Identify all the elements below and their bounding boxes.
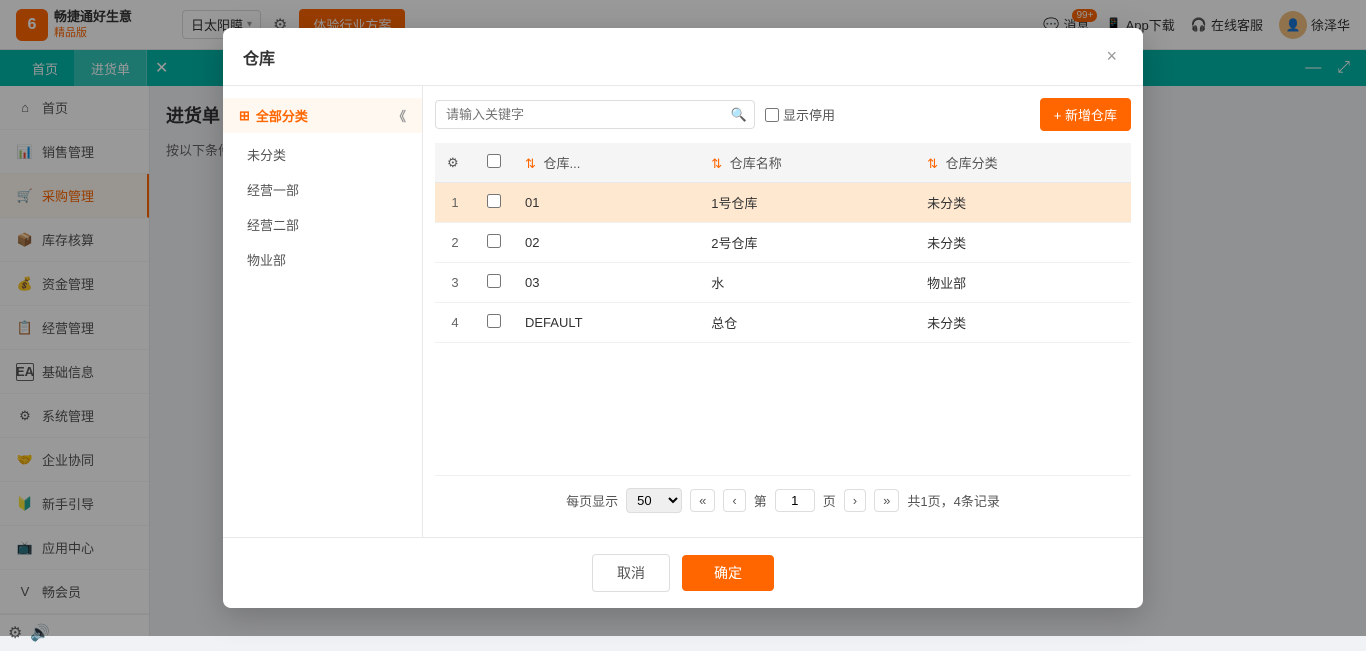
th-category: ⇅ 仓库分类 — [915, 143, 1131, 183]
modal-close-button[interactable]: × — [1100, 44, 1123, 69]
sort-icon: ⇅ — [927, 156, 938, 171]
next-page-button[interactable]: › — [844, 489, 866, 512]
row-code: 02 — [513, 223, 699, 263]
row-name: 1号仓库 — [699, 183, 915, 223]
th-name: ⇅ 仓库名称 — [699, 143, 915, 183]
page-label: 第 — [754, 491, 767, 510]
category-item-0[interactable]: 未分类 — [223, 137, 422, 172]
add-warehouse-button[interactable]: + 新增仓库 — [1040, 98, 1131, 131]
row-category: 物业部 — [915, 263, 1131, 303]
page-input[interactable] — [775, 489, 815, 512]
row-check[interactable] — [475, 183, 513, 223]
row-num: 2 — [435, 223, 475, 263]
last-page-button[interactable]: » — [874, 489, 899, 512]
row-check[interactable] — [475, 223, 513, 263]
page-unit: 页 — [823, 491, 836, 510]
table-row[interactable]: 4 DEFAULT 总仓 未分类 — [435, 303, 1131, 343]
gear-icon: ⚙ — [447, 155, 459, 170]
row-num: 3 — [435, 263, 475, 303]
per-page-label: 每页显示 — [566, 491, 618, 510]
row-num: 4 — [435, 303, 475, 343]
per-page-select[interactable]: 50 100 200 — [626, 488, 682, 513]
modal-footer: 取消 确定 — [223, 537, 1143, 608]
row-code: 03 — [513, 263, 699, 303]
cancel-button[interactable]: 取消 — [592, 554, 670, 592]
pagination: 每页显示 50 100 200 « ‹ 第 页 › » 共1页，4条记录 — [435, 475, 1131, 525]
sort-icon: ⇅ — [525, 156, 536, 171]
table-row[interactable]: 2 02 2号仓库 未分类 — [435, 223, 1131, 263]
th-code: ⇅ 仓库... — [513, 143, 699, 183]
right-toolbar: 🔍 显示停用 + 新增仓库 — [435, 98, 1131, 131]
show-disabled-checkbox[interactable] — [765, 108, 779, 122]
warehouse-modal: 仓库 × ⊞ 全部分类 《 未分类 经营一部 经营二部 物业部 — [223, 28, 1143, 608]
search-input[interactable] — [435, 100, 755, 129]
row-category: 未分类 — [915, 303, 1131, 343]
modal-title: 仓库 — [243, 45, 275, 69]
select-all-checkbox[interactable] — [487, 154, 501, 168]
first-page-button[interactable]: « — [690, 489, 715, 512]
row-name: 2号仓库 — [699, 223, 915, 263]
row-code: DEFAULT — [513, 303, 699, 343]
collapse-icon[interactable]: 《 — [393, 106, 406, 125]
warehouse-table: ⚙ ⇅ 仓库... ⇅ 仓库名称 — [435, 143, 1131, 343]
category-item-1[interactable]: 经营一部 — [223, 172, 422, 207]
sort-icon: ⇅ — [711, 156, 722, 171]
search-input-wrap: 🔍 — [435, 100, 755, 129]
row-check[interactable] — [475, 263, 513, 303]
left-panel: ⊞ 全部分类 《 未分类 经营一部 经营二部 物业部 — [223, 86, 423, 537]
right-panel: 🔍 显示停用 + 新增仓库 ⚙ — [423, 86, 1143, 537]
row-code: 01 — [513, 183, 699, 223]
pagination-total: 共1页，4条记录 — [907, 491, 999, 510]
all-category-header[interactable]: ⊞ 全部分类 《 — [223, 98, 422, 133]
row-num: 1 — [435, 183, 475, 223]
all-category-label: 全部分类 — [256, 106, 308, 125]
th-gear: ⚙ — [435, 143, 475, 183]
search-icon[interactable]: 🔍 — [731, 107, 747, 123]
row-category: 未分类 — [915, 223, 1131, 263]
category-item-2[interactable]: 经营二部 — [223, 207, 422, 242]
prev-page-button[interactable]: ‹ — [723, 489, 745, 512]
table-row[interactable]: 3 03 水 物业部 — [435, 263, 1131, 303]
row-category: 未分类 — [915, 183, 1131, 223]
modal-header: 仓库 × — [223, 28, 1143, 86]
modal-body: ⊞ 全部分类 《 未分类 经营一部 经营二部 物业部 🔍 — [223, 86, 1143, 537]
show-disabled-label[interactable]: 显示停用 — [765, 105, 835, 124]
row-name: 总仓 — [699, 303, 915, 343]
row-name: 水 — [699, 263, 915, 303]
table-row[interactable]: 1 01 1号仓库 未分类 — [435, 183, 1131, 223]
table-header-row: ⚙ ⇅ 仓库... ⇅ 仓库名称 — [435, 143, 1131, 183]
category-item-3[interactable]: 物业部 — [223, 242, 422, 277]
confirm-button[interactable]: 确定 — [682, 555, 774, 591]
th-check — [475, 143, 513, 183]
row-check[interactable] — [475, 303, 513, 343]
grid-icon: ⊞ — [239, 108, 250, 124]
table-container: ⚙ ⇅ 仓库... ⇅ 仓库名称 — [435, 143, 1131, 475]
